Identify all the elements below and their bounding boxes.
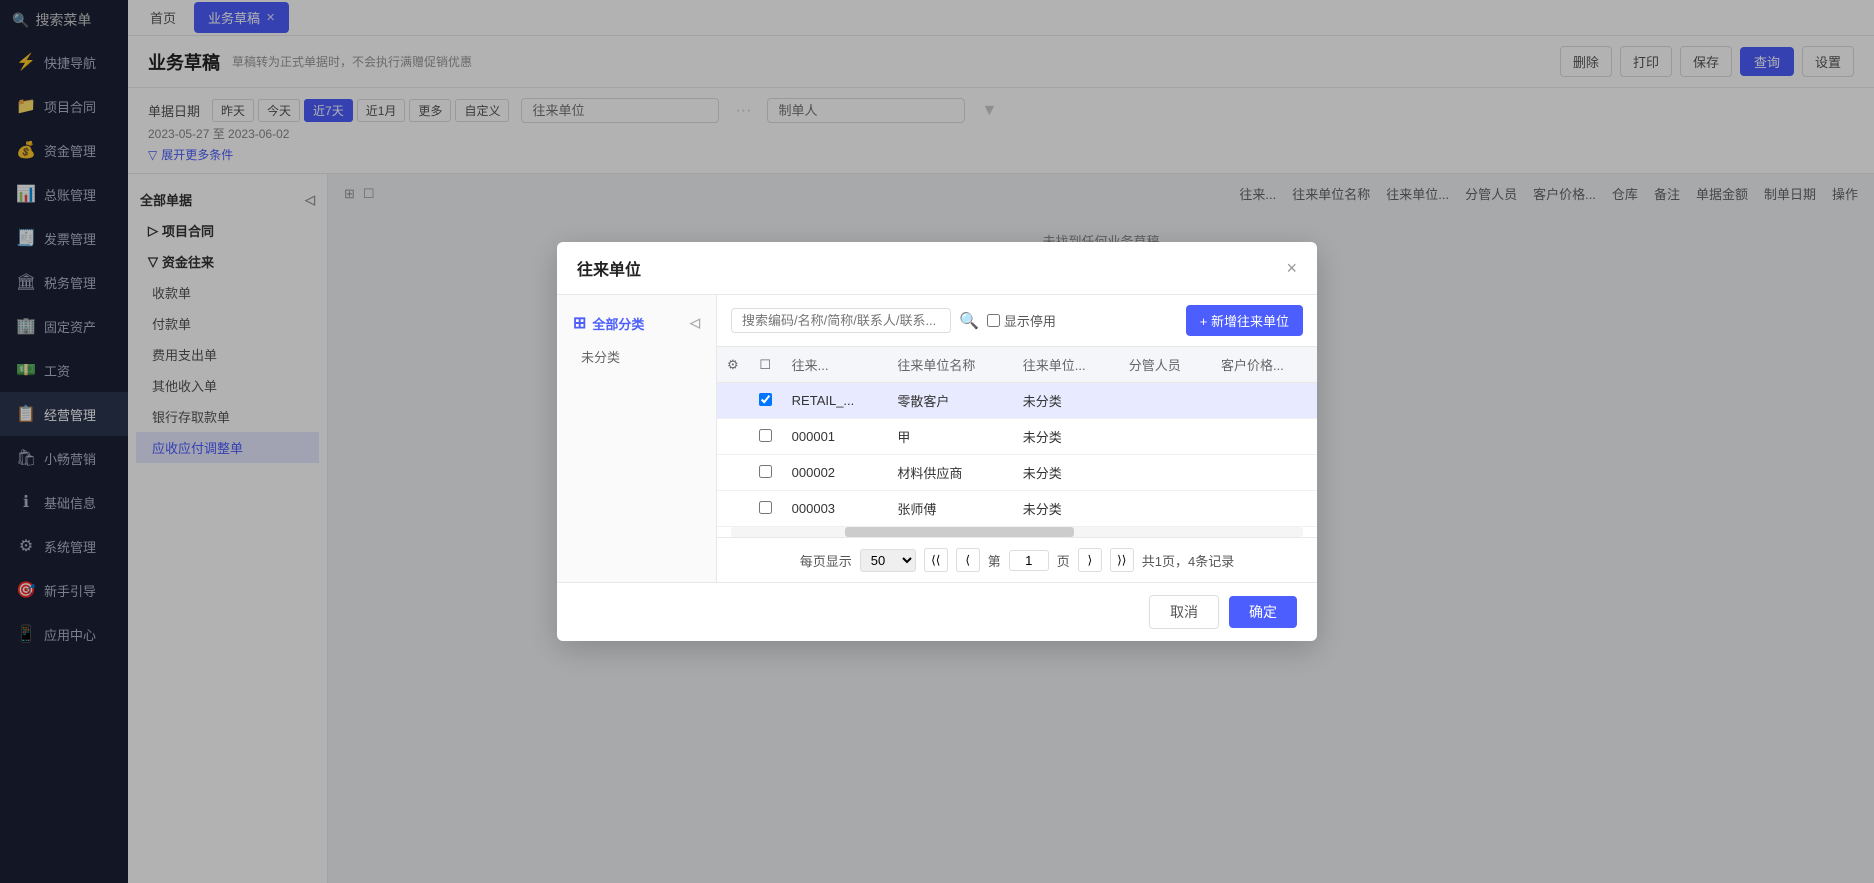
row-check[interactable] xyxy=(749,491,782,527)
partner-table: ⚙ ☐ 往来... 往来单位名称 往来单位... 分管人员 客户价格... xyxy=(717,347,1317,527)
collapse-left-icon[interactable]: ◁ xyxy=(690,315,700,331)
show-disabled-checkbox[interactable] xyxy=(987,314,1000,327)
row-category: 未分类 xyxy=(1013,383,1119,419)
modal-all-category-label: 全部分类 xyxy=(592,314,644,333)
row-manager xyxy=(1119,419,1211,455)
scrollbar-thumb[interactable] xyxy=(845,527,1074,537)
modal-left-panel: ⊞ 全部分类 ◁ 未分类 xyxy=(557,295,717,582)
next-page-button[interactable]: ⟩ xyxy=(1078,548,1102,572)
row-code: 000001 xyxy=(782,419,888,455)
modal-pagination: 每页显示 50 100 ⟨⟨ ⟨ 第 页 ⟩ ⟩⟩ 共1页，4条记录 xyxy=(717,537,1317,582)
search-icon: 🔍 xyxy=(959,311,979,331)
th-code: 往来... xyxy=(782,347,888,383)
row-check[interactable] xyxy=(749,455,782,491)
modal-body: ⊞ 全部分类 ◁ 未分类 🔍 显示停用 xyxy=(557,295,1317,582)
modal-header: 往来单位 × xyxy=(557,242,1317,295)
total-info: 共1页，4条记录 xyxy=(1142,551,1234,570)
modal-actions: 取消 确定 xyxy=(557,582,1317,641)
scrollbar-track[interactable] xyxy=(731,527,1303,537)
confirm-button[interactable]: 确定 xyxy=(1229,596,1297,628)
row-check[interactable] xyxy=(749,383,782,419)
table-row[interactable]: RETAIL_... 零散客户 未分类 xyxy=(717,383,1317,419)
per-page-select[interactable]: 50 100 xyxy=(860,549,916,572)
modal-search-wrap: 🔍 显示停用 xyxy=(731,308,1056,333)
row-checkbox[interactable] xyxy=(759,429,772,442)
row-name: 材料供应商 xyxy=(887,455,1012,491)
th-name: 往来单位名称 xyxy=(887,347,1012,383)
row-price xyxy=(1211,419,1317,455)
page-word: 页 xyxy=(1057,551,1070,570)
table-row[interactable]: 000003 张师傅 未分类 xyxy=(717,491,1317,527)
row-setting xyxy=(717,455,749,491)
modal-close-button[interactable]: × xyxy=(1286,258,1297,279)
partner-modal: 往来单位 × ⊞ 全部分类 ◁ 未分类 🔍 xyxy=(557,242,1317,641)
modal-title: 往来单位 xyxy=(577,256,641,280)
th-check: ☐ xyxy=(749,347,782,383)
add-partner-button[interactable]: + 新增往来单位 xyxy=(1186,305,1303,336)
row-category: 未分类 xyxy=(1013,419,1119,455)
di-word: 第 xyxy=(988,551,1001,570)
last-page-button[interactable]: ⟩⟩ xyxy=(1110,548,1134,572)
row-code: 000002 xyxy=(782,455,888,491)
row-manager xyxy=(1119,455,1211,491)
table-row[interactable]: 000001 甲 未分类 xyxy=(717,419,1317,455)
th-setting: ⚙ xyxy=(717,347,749,383)
table-header-row: ⚙ ☐ 往来... 往来单位名称 往来单位... 分管人员 客户价格... xyxy=(717,347,1317,383)
per-page-label: 每页显示 xyxy=(800,551,852,570)
row-check[interactable] xyxy=(749,419,782,455)
row-manager xyxy=(1119,383,1211,419)
row-checkbox[interactable] xyxy=(759,393,772,406)
cancel-button[interactable]: 取消 xyxy=(1149,595,1219,629)
grid-icon: ⊞ xyxy=(573,313,586,333)
show-disabled-label[interactable]: 显示停用 xyxy=(987,311,1056,330)
page-number-input[interactable] xyxy=(1009,550,1049,571)
modal-right-panel: 🔍 显示停用 + 新增往来单位 ⚙ ☐ xyxy=(717,295,1317,582)
modal-uncategorized[interactable]: 未分类 xyxy=(557,341,716,372)
row-name: 张师傅 xyxy=(887,491,1012,527)
first-page-button[interactable]: ⟨⟨ xyxy=(924,548,948,572)
row-code: 000003 xyxy=(782,491,888,527)
row-price xyxy=(1211,491,1317,527)
row-price xyxy=(1211,383,1317,419)
row-name: 零散客户 xyxy=(887,383,1012,419)
modal-all-category[interactable]: ⊞ 全部分类 ◁ xyxy=(557,305,716,341)
modal-overlay[interactable]: 往来单位 × ⊞ 全部分类 ◁ 未分类 🔍 xyxy=(0,0,1874,883)
row-setting xyxy=(717,491,749,527)
show-disabled-text: 显示停用 xyxy=(1004,311,1056,330)
th-category: 往来单位... xyxy=(1013,347,1119,383)
modal-search-input[interactable] xyxy=(731,308,951,333)
table-row[interactable]: 000002 材料供应商 未分类 xyxy=(717,455,1317,491)
row-code: RETAIL_... xyxy=(782,383,888,419)
row-setting xyxy=(717,383,749,419)
prev-page-button[interactable]: ⟨ xyxy=(956,548,980,572)
modal-table: ⚙ ☐ 往来... 往来单位名称 往来单位... 分管人员 客户价格... xyxy=(717,347,1317,527)
modal-table-body: RETAIL_... 零散客户 未分类 000001 甲 未分类 000002 … xyxy=(717,383,1317,527)
row-checkbox[interactable] xyxy=(759,501,772,514)
th-price: 客户价格... xyxy=(1211,347,1317,383)
row-category: 未分类 xyxy=(1013,455,1119,491)
row-manager xyxy=(1119,491,1211,527)
modal-toolbar: 🔍 显示停用 + 新增往来单位 xyxy=(717,295,1317,347)
row-price xyxy=(1211,455,1317,491)
row-checkbox[interactable] xyxy=(759,465,772,478)
row-name: 甲 xyxy=(887,419,1012,455)
row-setting xyxy=(717,419,749,455)
row-category: 未分类 xyxy=(1013,491,1119,527)
th-manager: 分管人员 xyxy=(1119,347,1211,383)
